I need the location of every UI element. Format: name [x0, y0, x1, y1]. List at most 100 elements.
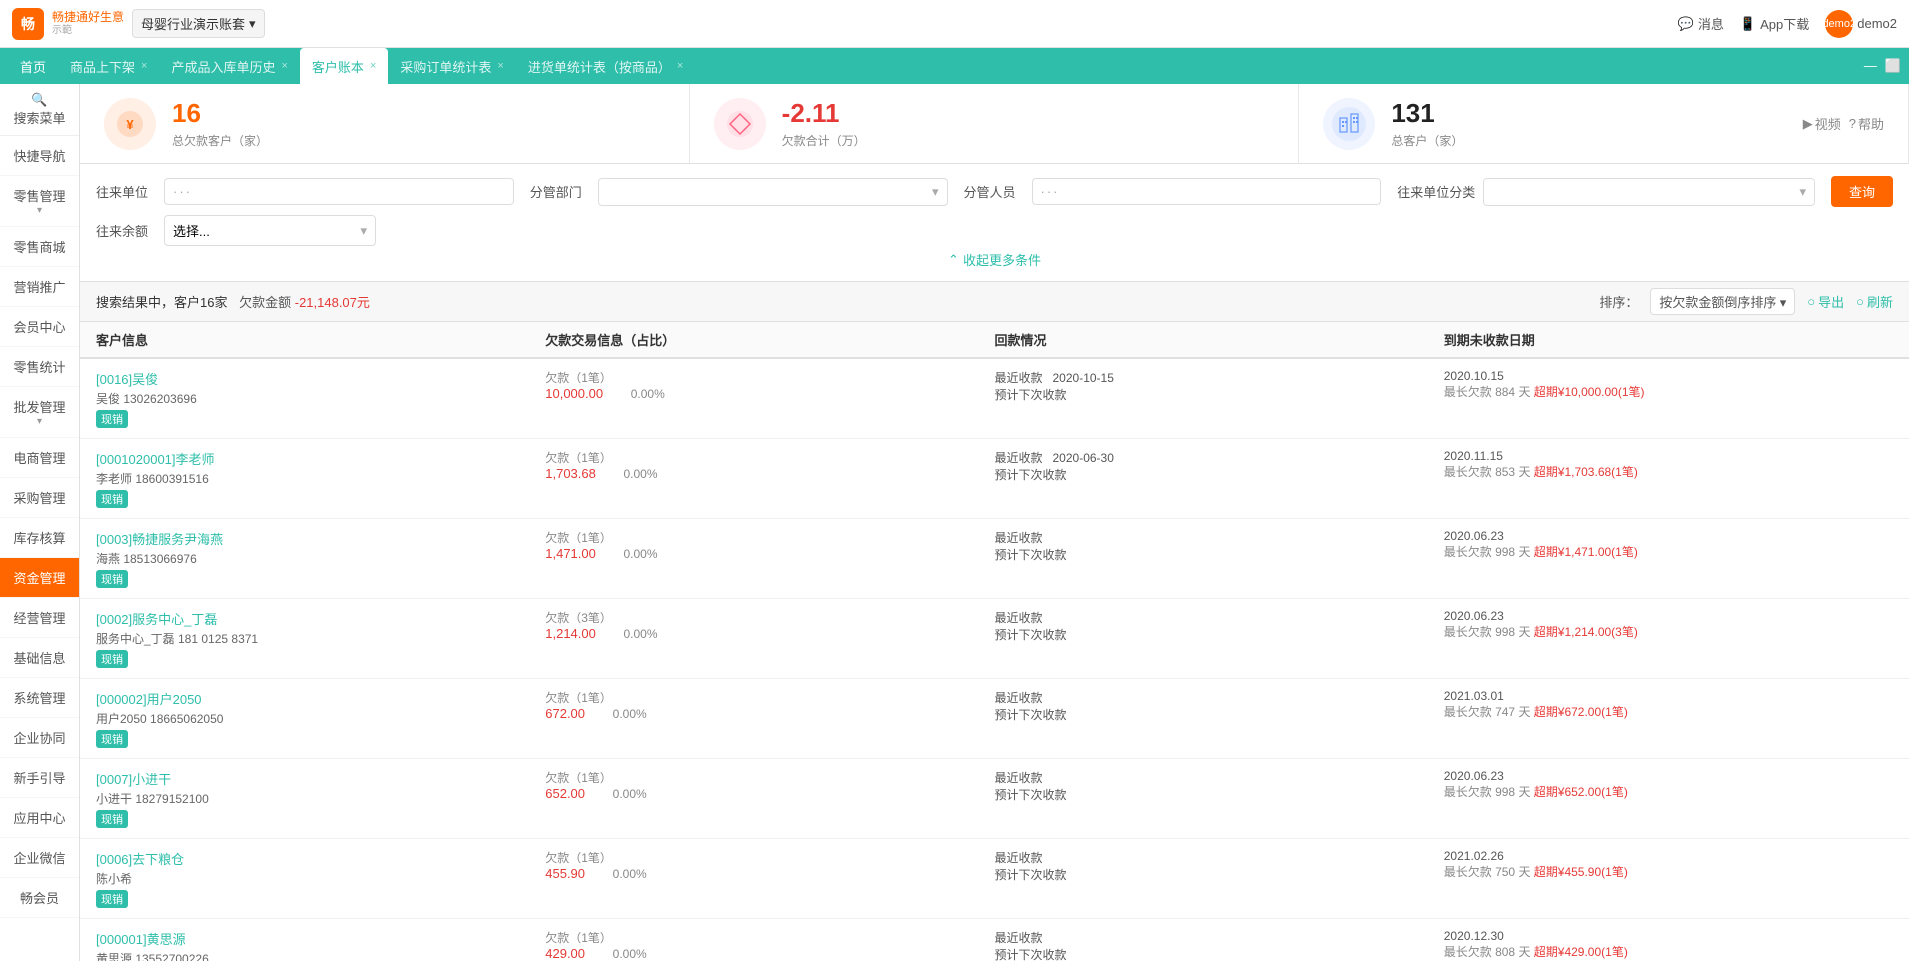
- message-button[interactable]: 💬 消息: [1678, 14, 1724, 33]
- filter-field-department: 分管部门 ▾: [530, 178, 948, 206]
- debt-info: 欠款（1笔） 455.90 0.00%: [545, 849, 994, 908]
- sidebar-item-quick-nav[interactable]: 快捷导航: [0, 136, 79, 176]
- help-button[interactable]: ? 帮助: [1849, 114, 1884, 133]
- app-download-button[interactable]: 📱 App下载: [1740, 14, 1809, 33]
- stat-total-customers: 131 总客户（家） ▶ 视频 ? 帮助: [1299, 84, 1909, 163]
- sidebar-item-newcomer[interactable]: 新手引导: [0, 758, 79, 798]
- debt-amount[interactable]: 455.90: [545, 866, 585, 881]
- customer-name-link[interactable]: [0007]小进干: [96, 772, 171, 787]
- sidebar-item-marketing[interactable]: 营销推广: [0, 267, 79, 307]
- overdue-amount[interactable]: 超期¥1,471.00(1笔): [1534, 545, 1638, 559]
- sidebar-item-basic-info[interactable]: 基础信息: [0, 638, 79, 678]
- stat-value-total: 131: [1391, 98, 1463, 129]
- close-icon[interactable]: ×: [281, 60, 287, 72]
- debt-info: 欠款（1笔） 672.00 0.00%: [545, 689, 994, 748]
- sidebar-marketing-label: 营销推广: [4, 277, 75, 296]
- debt-amount[interactable]: 1,703.68: [545, 466, 596, 481]
- recovery-info: 最近收款 预计下次收款: [995, 849, 1444, 908]
- due-date: 2021.03.01: [1444, 689, 1893, 703]
- debt-amount[interactable]: 672.00: [545, 706, 585, 721]
- tab-customer-account[interactable]: 客户账本 ×: [300, 48, 388, 84]
- sidebar-item-retail-store[interactable]: 零售商城: [0, 227, 79, 267]
- debt-amount[interactable]: 429.00: [545, 946, 585, 961]
- sort-value: 按欠款金额倒序排序: [1659, 295, 1776, 310]
- nav-tabs: 首页 商品上下架 × 产成品入库单历史 × 客户账本 × 采购订单统计表 × 进…: [0, 48, 1909, 84]
- debt-desc: 欠款（3笔）: [545, 609, 994, 626]
- overdue-amount[interactable]: 超期¥1,703.68(1笔): [1534, 465, 1638, 479]
- store-selector[interactable]: 母婴行业演示账套 ▾: [132, 9, 265, 38]
- customer-name-link[interactable]: [0001020001]李老师: [96, 452, 215, 467]
- overdue-amount[interactable]: 超期¥1,214.00(3笔): [1534, 625, 1638, 639]
- sort-select[interactable]: 按欠款金额倒序排序 ▾: [1650, 288, 1795, 315]
- close-icon[interactable]: ×: [677, 60, 683, 72]
- filter-select-unit-category[interactable]: ▾: [1483, 178, 1815, 206]
- customer-name-link[interactable]: [0003]畅捷服务尹海燕: [96, 532, 223, 547]
- filter-select-department[interactable]: ▾: [598, 178, 948, 206]
- customer-phone: 陈小希: [96, 870, 545, 887]
- debt-amount[interactable]: 1,214.00: [545, 626, 596, 641]
- tab-home[interactable]: 首页: [8, 57, 58, 76]
- customer-name-link[interactable]: [0002]服务中心_丁磊: [96, 612, 217, 627]
- stat-value-amount: -2.11: [782, 98, 866, 129]
- table-row: [0016]吴俊 吴俊 13026203696 现销 欠款（1笔） 10,000…: [80, 359, 1909, 439]
- maximize-icon[interactable]: ⬜: [1885, 58, 1901, 74]
- customer-name-link[interactable]: [000001]黄思源: [96, 932, 186, 947]
- customer-name-link[interactable]: [0016]吴俊: [96, 372, 158, 387]
- sidebar-item-business[interactable]: 经营管理: [0, 598, 79, 638]
- refresh-button[interactable]: ○ 刷新: [1856, 292, 1893, 311]
- filter-input-manager[interactable]: ···: [1032, 178, 1382, 205]
- debt-ratio: 0.00%: [623, 627, 657, 641]
- sidebar-item-batch-mgmt[interactable]: 批发管理 ▾: [0, 387, 79, 438]
- results-amount-label: 欠款金额: [239, 295, 291, 310]
- debt-amount[interactable]: 652.00: [545, 786, 585, 801]
- tab-production[interactable]: 产成品入库单历史 ×: [159, 48, 299, 84]
- sidebar-item-app-center[interactable]: 应用中心: [0, 798, 79, 838]
- close-icon[interactable]: ×: [141, 60, 147, 72]
- debt-ratio: 0.00%: [613, 867, 647, 881]
- export-icon: ○: [1807, 294, 1815, 309]
- debt-amount[interactable]: 10,000.00: [545, 386, 603, 401]
- customer-tag: 现销: [96, 570, 128, 588]
- query-button[interactable]: 查询: [1831, 176, 1893, 207]
- tab-purchase-stats[interactable]: 进货单统计表（按商品） ×: [516, 48, 695, 84]
- sidebar-item-vip-member[interactable]: 畅会员: [0, 878, 79, 918]
- sidebar-item-retail-mgmt[interactable]: 零售管理 ▾: [0, 176, 79, 227]
- sidebar-item-finance[interactable]: 资金管理: [0, 558, 79, 598]
- overdue-amount[interactable]: 超期¥10,000.00(1笔): [1534, 385, 1645, 399]
- sidebar-item-ecommerce[interactable]: 电商管理: [0, 438, 79, 478]
- close-icon[interactable]: ×: [370, 60, 376, 72]
- filter-select-balance[interactable]: 选择... ▾: [164, 215, 376, 246]
- sidebar-item-enterprise-coop[interactable]: 企业协同: [0, 718, 79, 758]
- sidebar-item-system[interactable]: 系统管理: [0, 678, 79, 718]
- customer-name-link[interactable]: [000002]用户2050: [96, 692, 202, 707]
- debt-amount[interactable]: 1,471.00: [545, 546, 596, 561]
- stat-icon-yuan: ¥: [104, 98, 156, 150]
- minimize-icon[interactable]: —: [1864, 58, 1877, 74]
- tab-purchase-order[interactable]: 采购订单统计表 ×: [388, 48, 515, 84]
- user-name: demo2: [1857, 16, 1897, 31]
- filter-input-from-unit[interactable]: ···: [164, 178, 514, 205]
- view-button[interactable]: ▶ 视频: [1803, 114, 1841, 133]
- tab-customer-account-label: 客户账本: [312, 57, 364, 76]
- question-icon: ?: [1849, 116, 1856, 131]
- close-icon[interactable]: ×: [497, 60, 503, 72]
- sidebar-item-member[interactable]: 会员中心: [0, 307, 79, 347]
- last-payment: 最近收款: [995, 849, 1444, 866]
- collapse-button[interactable]: ⌃ 收起更多条件: [96, 246, 1893, 273]
- last-payment: 最近收款: [995, 609, 1444, 626]
- customer-name-link[interactable]: [0006]去下粮仓: [96, 852, 184, 867]
- user-avatar[interactable]: demo2 demo2: [1825, 10, 1897, 38]
- sidebar-item-search[interactable]: 🔍 搜索菜单: [0, 84, 79, 136]
- sidebar-item-retail-stats[interactable]: 零售统计: [0, 347, 79, 387]
- sidebar-item-enterprise-wechat[interactable]: 企业微信: [0, 838, 79, 878]
- sidebar-item-purchase[interactable]: 采购管理: [0, 478, 79, 518]
- export-button[interactable]: ○ 导出: [1807, 292, 1844, 311]
- sidebar-item-inventory[interactable]: 库存核算: [0, 518, 79, 558]
- due-date: 2021.02.26: [1444, 849, 1893, 863]
- overdue-amount[interactable]: 超期¥672.00(1笔): [1534, 705, 1628, 719]
- overdue-amount[interactable]: 超期¥455.90(1笔): [1534, 865, 1628, 879]
- overdue-amount[interactable]: 超期¥652.00(1笔): [1534, 785, 1628, 799]
- overdue-amount[interactable]: 超期¥429.00(1笔): [1534, 945, 1628, 959]
- results-text: 搜索结果中，客户16家: [96, 295, 227, 310]
- tab-products[interactable]: 商品上下架 ×: [58, 48, 159, 84]
